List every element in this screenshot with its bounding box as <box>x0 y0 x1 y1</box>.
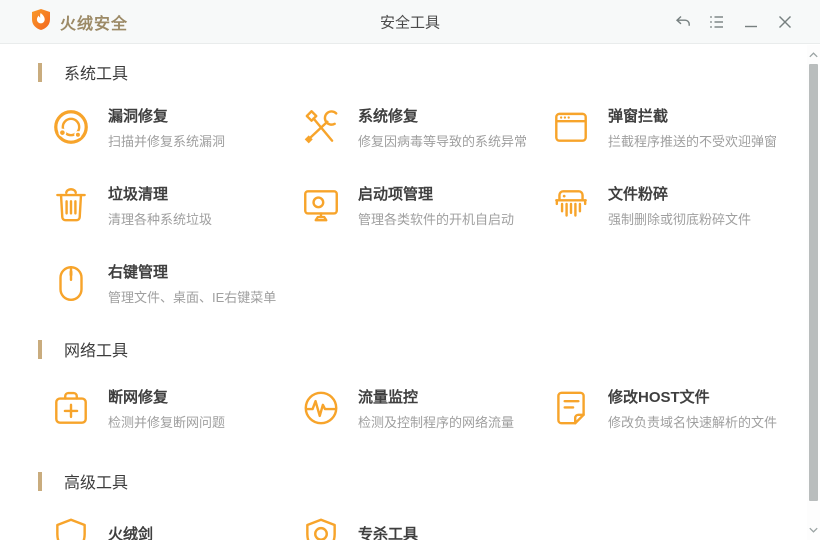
tool-name: 弹窗拦截 <box>608 107 669 125</box>
tool-name: 启动项管理 <box>358 185 434 203</box>
tool-startup-manage[interactable]: 启动项管理 管理各类软件的开机自启动 <box>300 182 550 228</box>
monitor-power-icon <box>300 184 342 226</box>
huorong-security-tools-window: 火绒安全 安全工具 系统工具 漏洞修复 扫描并修复系统漏洞 系统修复 修复因病毒… <box>0 0 820 540</box>
scroll-down-arrow-icon[interactable] <box>807 522 820 538</box>
back-arrow-icon[interactable] <box>666 0 700 44</box>
tool-desc: 扫描并修复系统漏洞 <box>108 133 226 149</box>
tool-trash-clean[interactable]: 垃圾清理 清理各种系统垃圾 <box>50 182 300 228</box>
wrench-screwdriver-icon <box>300 106 342 148</box>
section-header-system-tools: 系统工具 <box>38 61 820 83</box>
tool-desc: 修改负责域名快速解析的文件 <box>608 414 778 430</box>
tool-file-shred[interactable]: 文件粉碎 强制删除或彻底粉碎文件 <box>550 182 800 228</box>
section-marker <box>38 471 42 491</box>
app-name: 火绒安全 <box>60 15 129 33</box>
tool-host-file-edit[interactable]: 修改HOST文件 修改负责域名快速解析的文件 <box>550 385 800 431</box>
tool-name: 专杀工具 <box>358 526 419 540</box>
section-marker <box>38 62 42 82</box>
tool-name: 垃圾清理 <box>108 185 169 203</box>
shield-bug-icon <box>300 515 342 540</box>
tool-desc: 管理文件、桌面、IE右键菜单 <box>108 289 277 305</box>
shredder-icon <box>550 184 592 226</box>
popup-window-icon <box>550 106 592 148</box>
patch-lifebuoy-icon <box>50 106 92 148</box>
section-title: 高级工具 <box>64 475 129 492</box>
tool-name: 火绒剑 <box>108 526 154 540</box>
tool-name: 流量监控 <box>358 388 419 406</box>
tool-name: 修改HOST文件 <box>608 388 710 406</box>
tool-desc: 检测及控制程序的网络流量 <box>358 414 515 430</box>
task-list-icon[interactable] <box>700 0 734 44</box>
tool-name: 漏洞修复 <box>108 107 169 125</box>
tool-desc: 管理各类软件的开机自启动 <box>358 211 515 227</box>
tool-name: 系统修复 <box>358 107 419 125</box>
tools-content: 系统工具 漏洞修复 扫描并修复系统漏洞 系统修复 修复因病毒等导致的系统异常 弹… <box>0 61 820 540</box>
vertical-scrollbar <box>807 45 820 540</box>
section-header-network-tools: 网络工具 <box>38 338 820 360</box>
first-aid-kit-icon <box>50 387 92 429</box>
tool-desc: 检测并修复断网问题 <box>108 414 226 430</box>
system-tools-grid: 漏洞修复 扫描并修复系统漏洞 系统修复 修复因病毒等导致的系统异常 弹窗拦截 拦… <box>50 104 820 306</box>
document-lines-icon <box>550 387 592 429</box>
tool-special-kill[interactable]: 专杀工具 <box>300 513 550 540</box>
tool-desc: 拦截程序推送的不受欢迎弹窗 <box>608 133 778 149</box>
tool-desc: 修复因病毒等导致的系统异常 <box>358 133 528 149</box>
tool-vulnerability-fix[interactable]: 漏洞修复 扫描并修复系统漏洞 <box>50 104 300 150</box>
section-title: 网络工具 <box>64 343 129 360</box>
tool-huorong-sword[interactable]: 火绒剑 <box>50 513 300 540</box>
window-title: 安全工具 <box>379 14 441 31</box>
titlebar: 火绒安全 安全工具 <box>0 0 820 44</box>
minimize-icon[interactable] <box>734 0 768 44</box>
close-icon[interactable] <box>768 0 802 44</box>
window-controls <box>666 0 802 44</box>
scrollbar-thumb[interactable] <box>809 64 818 501</box>
section-marker <box>38 339 42 359</box>
advanced-tools-grid: 火绒剑 专杀工具 <box>50 513 820 540</box>
tool-name: 断网修复 <box>108 388 169 406</box>
flame-shield-icon <box>30 8 52 36</box>
shield-icon <box>50 515 92 540</box>
tool-name: 文件粉碎 <box>608 185 669 203</box>
section-title: 系统工具 <box>64 66 129 83</box>
tool-popup-block[interactable]: 弹窗拦截 拦截程序推送的不受欢迎弹窗 <box>550 104 800 150</box>
tool-context-menu-manage[interactable]: 右键管理 管理文件、桌面、IE右键菜单 <box>50 260 300 306</box>
section-header-advanced-tools: 高级工具 <box>38 470 820 492</box>
tool-network-repair[interactable]: 断网修复 检测并修复断网问题 <box>50 385 300 431</box>
network-tools-grid: 断网修复 检测并修复断网问题 流量监控 检测及控制程序的网络流量 修改HOST文… <box>50 385 820 431</box>
waveform-circle-icon <box>300 387 342 429</box>
tool-desc: 清理各种系统垃圾 <box>108 211 213 227</box>
scroll-up-arrow-icon[interactable] <box>807 47 820 63</box>
mouse-icon <box>50 262 92 304</box>
tool-traffic-monitor[interactable]: 流量监控 检测及控制程序的网络流量 <box>300 385 550 431</box>
tool-name: 右键管理 <box>108 263 169 281</box>
trash-can-icon <box>50 184 92 226</box>
brand: 火绒安全 <box>30 8 128 36</box>
tool-system-repair[interactable]: 系统修复 修复因病毒等导致的系统异常 <box>300 104 550 150</box>
tool-desc: 强制删除或彻底粉碎文件 <box>608 211 752 227</box>
